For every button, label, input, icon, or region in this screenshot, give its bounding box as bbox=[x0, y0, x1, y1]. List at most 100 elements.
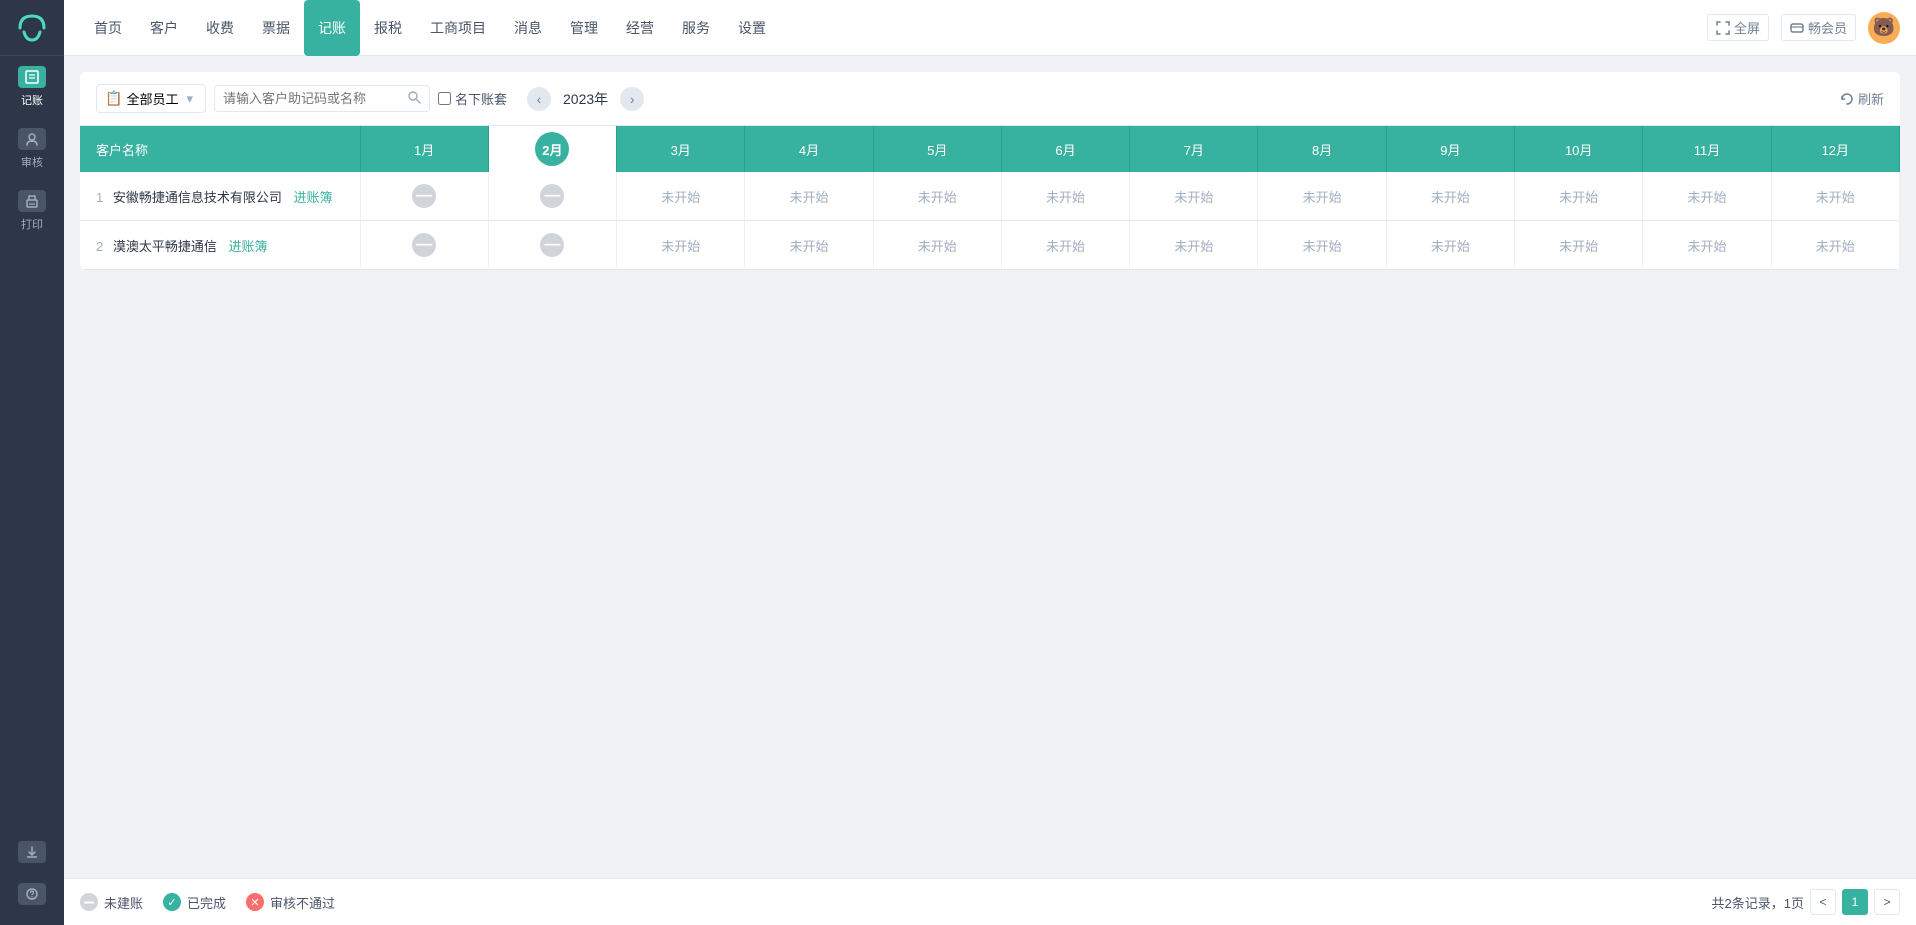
refresh-label: 刷新 bbox=[1858, 89, 1884, 108]
nav-tax[interactable]: 报税 bbox=[360, 0, 416, 56]
sidebar-item-download[interactable] bbox=[0, 831, 64, 873]
month-cell-3: 未开始 bbox=[617, 221, 745, 270]
toolbar: 📋 全部员工 ▾ 名下账套 bbox=[80, 72, 1900, 126]
month-cell-8: 未开始 bbox=[1258, 172, 1386, 221]
nav-invoice[interactable]: 票据 bbox=[248, 0, 304, 56]
fullscreen-label: 全屏 bbox=[1734, 18, 1760, 37]
search-icon[interactable] bbox=[407, 90, 421, 107]
month-cell-10: 未开始 bbox=[1515, 172, 1643, 221]
rejected-label: 审核不通过 bbox=[270, 893, 335, 912]
nav-ledger[interactable]: 记账 bbox=[304, 0, 360, 56]
sidebar-item-audit[interactable]: 审核 bbox=[0, 118, 64, 180]
my-accounts-checkbox-wrap[interactable]: 名下账套 bbox=[438, 89, 507, 108]
not-started-label: 未开始 bbox=[918, 239, 957, 254]
month-cell-4: 未开始 bbox=[745, 172, 873, 221]
month-cell-6: 未开始 bbox=[1001, 172, 1129, 221]
month-cell-2: — bbox=[488, 172, 616, 221]
ledger-icon bbox=[18, 66, 46, 88]
content-area: 📋 全部员工 ▾ 名下账套 bbox=[64, 56, 1916, 878]
status-dash-icon: — bbox=[540, 184, 564, 208]
nav-service[interactable]: 服务 bbox=[668, 0, 724, 56]
not-created-label: 未建账 bbox=[104, 893, 143, 912]
nav-settings[interactable]: 设置 bbox=[724, 0, 780, 56]
customer-name-cell: 1 安徽畅捷通信息技术有限公司 进账簿 bbox=[80, 172, 360, 221]
fullscreen-icon bbox=[1716, 21, 1730, 35]
search-input[interactable] bbox=[223, 91, 403, 106]
prev-year-button[interactable]: ‹ bbox=[527, 87, 551, 111]
sidebar: 记账 审核 打印 bbox=[0, 0, 64, 925]
header-customer-name: 客户名称 bbox=[80, 126, 360, 172]
not-started-label: 未开始 bbox=[789, 239, 828, 254]
month-cell-1: — bbox=[360, 172, 488, 221]
sidebar-item-print[interactable]: 打印 bbox=[0, 180, 64, 242]
table-row: 2 漠澳太平畅捷通信 进账簿——未开始未开始未开始未开始未开始未开始未开始未开始… bbox=[80, 221, 1900, 270]
month-cell-11: 未开始 bbox=[1643, 172, 1771, 221]
employee-select-label: 全部员工 bbox=[126, 89, 178, 108]
my-accounts-checkbox[interactable] bbox=[438, 92, 451, 105]
header-m5: 5月 bbox=[873, 126, 1001, 172]
not-started-label: 未开始 bbox=[1046, 190, 1085, 205]
nav-home[interactable]: 首页 bbox=[80, 0, 136, 56]
audit-icon bbox=[18, 128, 46, 150]
header-m8: 8月 bbox=[1258, 126, 1386, 172]
month-cell-12: 未开始 bbox=[1771, 221, 1899, 270]
month-cell-12: 未开始 bbox=[1771, 172, 1899, 221]
header-m1: 1月 bbox=[360, 126, 488, 172]
nav-fee[interactable]: 收费 bbox=[192, 0, 248, 56]
download-icon bbox=[18, 841, 46, 863]
topbar: 首页 客户 收费 票据 记账 报税 工商项目 消息 管理 经营 服务 设置 全屏… bbox=[64, 0, 1916, 56]
prev-page-button[interactable]: < bbox=[1810, 889, 1836, 915]
not-started-label: 未开始 bbox=[661, 239, 700, 254]
header-m3: 3月 bbox=[617, 126, 745, 172]
not-started-label: 未开始 bbox=[1174, 190, 1213, 205]
not-started-label: 未开始 bbox=[1559, 190, 1598, 205]
status-dash-icon: — bbox=[540, 233, 564, 257]
not-started-label: 未开始 bbox=[1303, 190, 1342, 205]
nav-message[interactable]: 消息 bbox=[500, 0, 556, 56]
customer-name-cell: 2 漠澳太平畅捷通信 进账簿 bbox=[80, 221, 360, 270]
page-1-button[interactable]: 1 bbox=[1842, 889, 1868, 915]
enter-ledger-link[interactable]: 进账簿 bbox=[294, 190, 333, 205]
next-year-button[interactable]: › bbox=[620, 87, 644, 111]
enter-ledger-link[interactable]: 进账簿 bbox=[229, 239, 268, 254]
nav-business[interactable]: 工商项目 bbox=[416, 0, 500, 56]
header-m7: 7月 bbox=[1130, 126, 1258, 172]
not-started-label: 未开始 bbox=[1431, 190, 1470, 205]
avatar[interactable]: 🐻 bbox=[1868, 12, 1900, 44]
table-wrap: 客户名称 1月 2月 3月 4月 5月 6月 7月 8月 9月 bbox=[80, 126, 1900, 270]
next-page-button[interactable]: > bbox=[1874, 889, 1900, 915]
month-cell-2: — bbox=[488, 221, 616, 270]
row-number: 2 bbox=[96, 239, 103, 254]
month-cell-3: 未开始 bbox=[617, 172, 745, 221]
month-cell-7: 未开始 bbox=[1130, 221, 1258, 270]
header-m12: 12月 bbox=[1771, 126, 1899, 172]
nav-operation[interactable]: 经营 bbox=[612, 0, 668, 56]
sidebar-bottom bbox=[0, 831, 64, 925]
not-started-label: 未开始 bbox=[1687, 190, 1726, 205]
refresh-icon bbox=[1840, 92, 1854, 106]
header-m6: 6月 bbox=[1001, 126, 1129, 172]
sidebar-item-ledger[interactable]: 记账 bbox=[0, 56, 64, 118]
member-icon bbox=[1790, 21, 1804, 35]
sidebar-item-help[interactable] bbox=[0, 873, 64, 915]
status-bar: 未建账 ✓ 已完成 ✕ 审核不通过 共2条记录，1页 < 1 > bbox=[64, 878, 1916, 925]
nav-management[interactable]: 管理 bbox=[556, 0, 612, 56]
sidebar-item-ledger-label: 记账 bbox=[21, 92, 43, 108]
month-cell-5: 未开始 bbox=[873, 221, 1001, 270]
member-label: 畅会员 bbox=[1808, 18, 1847, 37]
month-cell-9: 未开始 bbox=[1386, 172, 1514, 221]
nav-customer[interactable]: 客户 bbox=[136, 0, 192, 56]
not-started-label: 未开始 bbox=[1559, 239, 1598, 254]
rejected-icon: ✕ bbox=[246, 893, 264, 911]
employee-select[interactable]: 📋 全部员工 ▾ bbox=[96, 84, 206, 113]
month-cell-8: 未开始 bbox=[1258, 221, 1386, 270]
header-m11: 11月 bbox=[1643, 126, 1771, 172]
refresh-button[interactable]: 刷新 bbox=[1840, 89, 1884, 108]
topbar-right: 全屏 畅会员 🐻 bbox=[1707, 12, 1900, 44]
fullscreen-button[interactable]: 全屏 bbox=[1707, 14, 1769, 41]
legend-completed: ✓ 已完成 bbox=[163, 893, 226, 912]
member-button[interactable]: 畅会员 bbox=[1781, 14, 1856, 41]
header-m4: 4月 bbox=[745, 126, 873, 172]
not-started-label: 未开始 bbox=[1816, 190, 1855, 205]
search-wrap bbox=[214, 85, 430, 112]
